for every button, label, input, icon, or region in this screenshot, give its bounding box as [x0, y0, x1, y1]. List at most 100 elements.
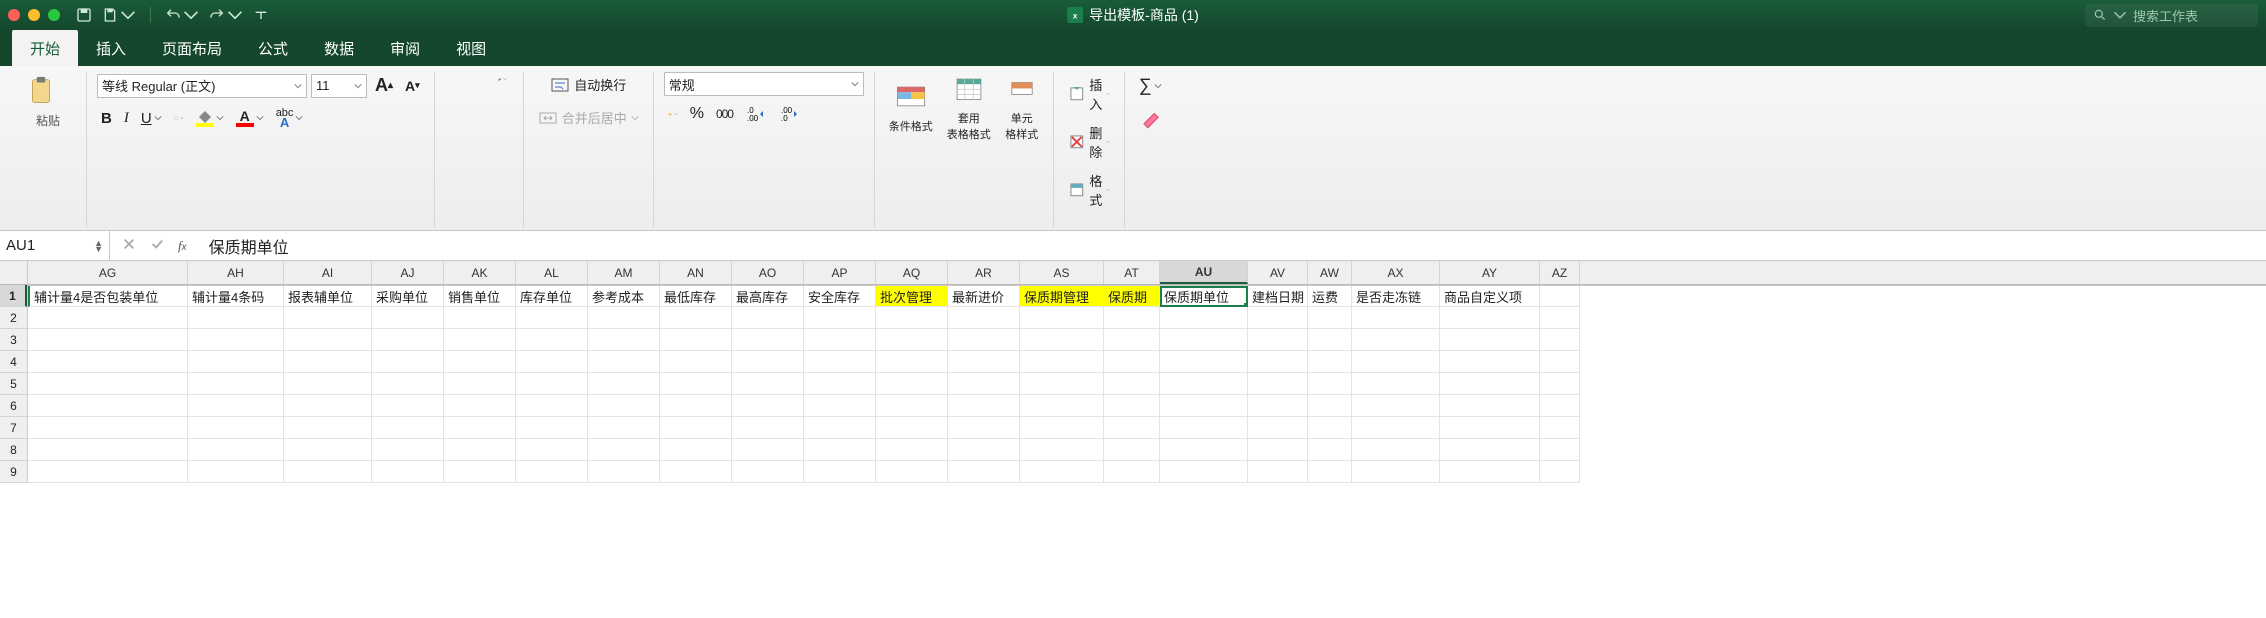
- save-icon[interactable]: [102, 7, 136, 23]
- underline-button[interactable]: U: [137, 107, 166, 130]
- tab-公式[interactable]: 公式: [240, 30, 306, 66]
- formula-input[interactable]: 保质期单位: [199, 234, 2266, 258]
- paste-button[interactable]: [20, 72, 62, 110]
- cell-AN6[interactable]: [660, 395, 732, 417]
- cell-AV8[interactable]: [1248, 439, 1308, 461]
- align-middle-button[interactable]: [457, 76, 465, 82]
- cell-AQ8[interactable]: [876, 439, 948, 461]
- cell-AV6[interactable]: [1248, 395, 1308, 417]
- col-header-AG[interactable]: AG: [28, 261, 188, 284]
- cell-AR5[interactable]: [948, 373, 1020, 395]
- cell-AL9[interactable]: [516, 461, 588, 483]
- cell-AZ8[interactable]: [1540, 439, 1580, 461]
- cell-AG5[interactable]: [28, 373, 188, 395]
- orientation-button[interactable]: ab: [493, 72, 511, 86]
- col-header-AM[interactable]: AM: [588, 261, 660, 284]
- cell-AK7[interactable]: [444, 417, 516, 439]
- cell-AH6[interactable]: [188, 395, 284, 417]
- cell-AS8[interactable]: [1020, 439, 1104, 461]
- cell-AH8[interactable]: [188, 439, 284, 461]
- cell-AJ4[interactable]: [372, 351, 444, 373]
- tab-数据[interactable]: 数据: [306, 30, 372, 66]
- cell-AY1[interactable]: 商品自定义项: [1440, 286, 1540, 307]
- cell-AX4[interactable]: [1352, 351, 1440, 373]
- clear-button[interactable]: [1135, 103, 1166, 132]
- row-header-1[interactable]: 1: [0, 285, 27, 307]
- col-header-AQ[interactable]: AQ: [876, 261, 948, 284]
- cell-AR8[interactable]: [948, 439, 1020, 461]
- cell-AP7[interactable]: [804, 417, 876, 439]
- increase-font-button[interactable]: A▴: [371, 72, 397, 99]
- cell-AT1[interactable]: 保质期: [1104, 286, 1160, 307]
- cell-AO4[interactable]: [732, 351, 804, 373]
- close-window-button[interactable]: [8, 9, 20, 21]
- delete-cells-button[interactable]: 删除: [1064, 120, 1114, 164]
- confirm-edit-button[interactable]: [150, 237, 164, 254]
- cell-AP4[interactable]: [804, 351, 876, 373]
- cell-AJ9[interactable]: [372, 461, 444, 483]
- tab-插入[interactable]: 插入: [78, 30, 144, 66]
- cell-AX6[interactable]: [1352, 395, 1440, 417]
- cell-AI3[interactable]: [284, 329, 372, 351]
- cell-AU5[interactable]: [1160, 373, 1248, 395]
- cell-AM6[interactable]: [588, 395, 660, 417]
- cell-AZ7[interactable]: [1540, 417, 1580, 439]
- cell-AK9[interactable]: [444, 461, 516, 483]
- select-all-corner[interactable]: [0, 261, 28, 285]
- cell-AT9[interactable]: [1104, 461, 1160, 483]
- cell-AJ5[interactable]: [372, 373, 444, 395]
- increase-decimal-button[interactable]: .0.00: [741, 102, 771, 126]
- search-sheet-box[interactable]: 搜索工作表: [2085, 4, 2258, 27]
- cell-AT5[interactable]: [1104, 373, 1160, 395]
- cell-AI6[interactable]: [284, 395, 372, 417]
- cell-AH2[interactable]: [188, 307, 284, 329]
- cell-AS7[interactable]: [1020, 417, 1104, 439]
- cell-AQ5[interactable]: [876, 373, 948, 395]
- col-header-AO[interactable]: AO: [732, 261, 804, 284]
- cell-AT2[interactable]: [1104, 307, 1160, 329]
- cell-AO6[interactable]: [732, 395, 804, 417]
- cell-AV2[interactable]: [1248, 307, 1308, 329]
- cell-AO7[interactable]: [732, 417, 804, 439]
- cell-AZ1[interactable]: [1540, 286, 1580, 307]
- cell-AG1[interactable]: 辅计量4是否包装单位: [28, 286, 188, 307]
- cell-AM9[interactable]: [588, 461, 660, 483]
- cell-AP9[interactable]: [804, 461, 876, 483]
- col-header-AY[interactable]: AY: [1440, 261, 1540, 284]
- cell-AW9[interactable]: [1308, 461, 1352, 483]
- format-as-table-button[interactable]: 套用 表格格式: [943, 72, 995, 144]
- cell-AQ9[interactable]: [876, 461, 948, 483]
- cell-AW7[interactable]: [1308, 417, 1352, 439]
- cell-AQ4[interactable]: [876, 351, 948, 373]
- cell-AV7[interactable]: [1248, 417, 1308, 439]
- cell-AN2[interactable]: [660, 307, 732, 329]
- cell-AZ9[interactable]: [1540, 461, 1580, 483]
- cell-AM4[interactable]: [588, 351, 660, 373]
- cell-AQ1[interactable]: 批次管理: [876, 286, 948, 307]
- cell-AX5[interactable]: [1352, 373, 1440, 395]
- cell-AZ4[interactable]: [1540, 351, 1580, 373]
- cell-AH3[interactable]: [188, 329, 284, 351]
- cell-AK5[interactable]: [444, 373, 516, 395]
- tab-页面布局[interactable]: 页面布局: [144, 30, 240, 66]
- cell-AQ2[interactable]: [876, 307, 948, 329]
- cell-AV5[interactable]: [1248, 373, 1308, 395]
- cell-AT3[interactable]: [1104, 329, 1160, 351]
- cell-AY7[interactable]: [1440, 417, 1540, 439]
- cell-AR2[interactable]: [948, 307, 1020, 329]
- cell-AU8[interactable]: [1160, 439, 1248, 461]
- cell-AL3[interactable]: [516, 329, 588, 351]
- cell-AG9[interactable]: [28, 461, 188, 483]
- cell-AY5[interactable]: [1440, 373, 1540, 395]
- cell-AU9[interactable]: [1160, 461, 1248, 483]
- cell-AG6[interactable]: [28, 395, 188, 417]
- cell-AO1[interactable]: 最高库存: [732, 286, 804, 307]
- row-header-4[interactable]: 4: [0, 351, 27, 373]
- col-header-AZ[interactable]: AZ: [1540, 261, 1580, 284]
- bold-button[interactable]: B: [97, 107, 116, 130]
- decrease-font-button[interactable]: A▾: [401, 75, 424, 97]
- cell-AW2[interactable]: [1308, 307, 1352, 329]
- cell-AZ2[interactable]: [1540, 307, 1580, 329]
- cell-AG2[interactable]: [28, 307, 188, 329]
- cell-AP8[interactable]: [804, 439, 876, 461]
